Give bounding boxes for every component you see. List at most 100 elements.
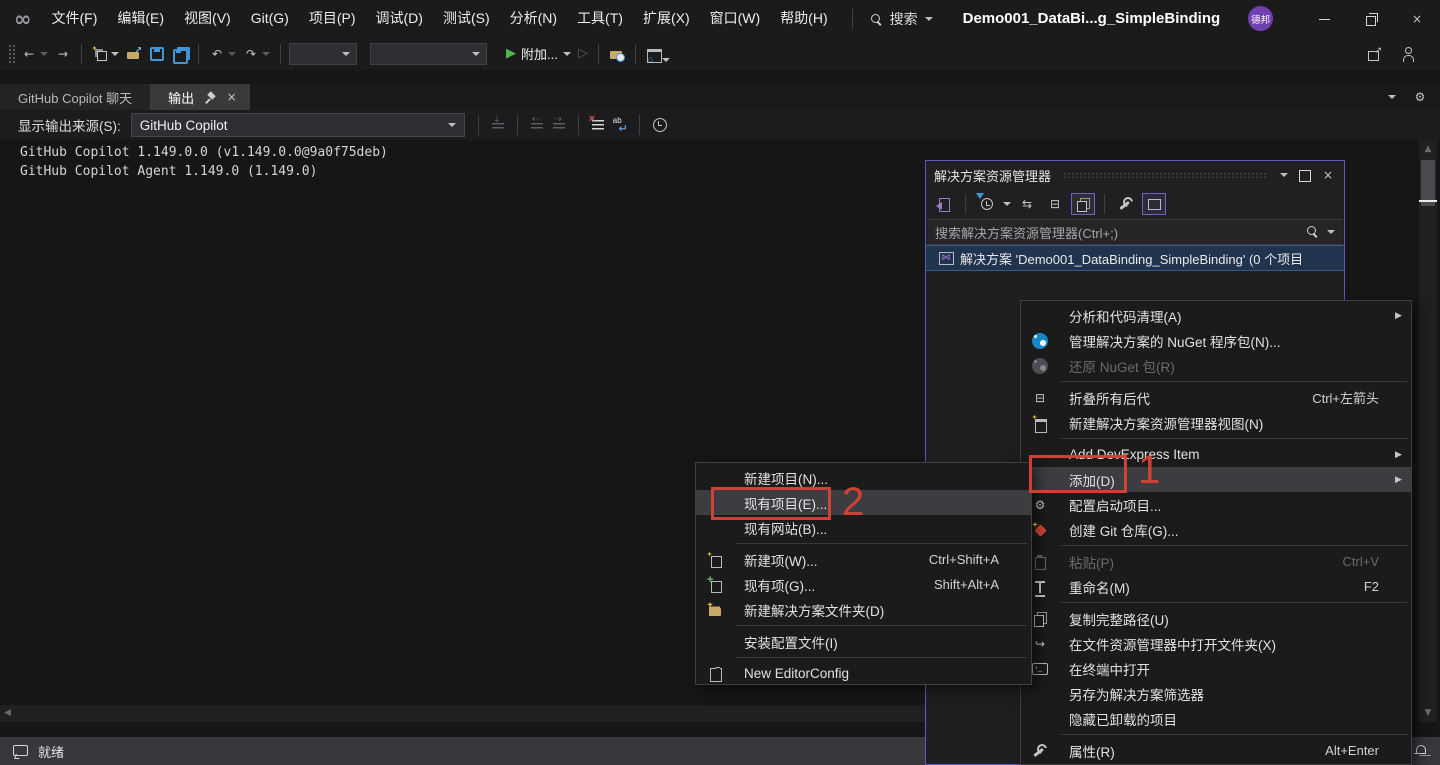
- toolbar-grip[interactable]: [8, 43, 16, 64]
- context-menu-item-5[interactable]: 新建解决方案资源管理器视图(N): [1021, 410, 1411, 435]
- close-icon[interactable]: [1320, 167, 1336, 183]
- switch-views-button[interactable]: [932, 193, 956, 215]
- menubar-item-8[interactable]: 分析(N): [500, 0, 567, 37]
- run-outline-icon: ▷: [577, 46, 588, 61]
- tab-github-copilot-chat[interactable]: GitHub Copilot 聊天: [0, 84, 151, 110]
- solution-explorer-search[interactable]: 搜索解决方案资源管理器(Ctrl+;): [927, 219, 1343, 245]
- pin-icon[interactable]: [203, 91, 216, 104]
- context-menu-item-19[interactable]: 隐藏已卸载的项目: [1021, 706, 1411, 731]
- add-submenu-item-5[interactable]: 现有项(G)... Shift+Alt+A: [696, 572, 1031, 597]
- window-position-icon[interactable]: [1280, 173, 1288, 177]
- context-menu-item-0[interactable]: 分析和代码清理(A) ▶: [1021, 303, 1411, 328]
- menu-item-label: 分析和代码清理(A): [1069, 309, 1182, 325]
- context-menu-separator: [1061, 438, 1407, 439]
- menu-item-label: 还原 NuGet 包(R): [1069, 359, 1175, 375]
- solution-platform-dropdown[interactable]: [370, 42, 487, 65]
- context-menu-item-16[interactable]: 在文件资源管理器中打开文件夹(X): [1021, 631, 1411, 656]
- account-avatar[interactable]: 德邦: [1248, 6, 1274, 31]
- timestamp-icon[interactable]: [651, 116, 669, 134]
- horizontal-scrollbar[interactable]: ◀: [0, 705, 925, 722]
- open-file-button[interactable]: [124, 42, 144, 66]
- maximize-icon[interactable]: [1296, 167, 1312, 183]
- menubar-item-5[interactable]: 项目(P): [299, 0, 366, 37]
- menubar-item-2[interactable]: 编辑(E): [107, 0, 174, 37]
- context-menu-item-10[interactable]: 创建 Git 仓库(G)...: [1021, 517, 1411, 542]
- context-menu-item-2[interactable]: 还原 NuGet 包(R): [1021, 353, 1411, 378]
- menubar-item-11[interactable]: 窗口(W): [700, 0, 771, 37]
- view-in-browser-button[interactable]: [644, 42, 672, 66]
- chevron-down-icon[interactable]: [1327, 230, 1335, 234]
- menubar-item-10[interactable]: 扩展(X): [633, 0, 700, 37]
- solution-explorer-titlebar[interactable]: 解决方案资源管理器: [926, 161, 1344, 189]
- new-project-button[interactable]: [90, 42, 121, 66]
- next-message-icon[interactable]: [551, 114, 567, 133]
- add-submenu-item-10[interactable]: New EditorConfig: [696, 661, 1031, 686]
- restore-button[interactable]: [1348, 0, 1394, 37]
- properties-button[interactable]: [1114, 193, 1138, 215]
- add-submenu-item-4[interactable]: 新建项(W)... Ctrl+Shift+A: [696, 547, 1031, 572]
- context-menu-item-12[interactable]: 粘贴(P) Ctrl+V: [1021, 549, 1411, 574]
- toolbar-separator: [638, 115, 640, 135]
- show-all-files-button[interactable]: [1071, 193, 1095, 215]
- context-menu-item-18[interactable]: 另存为解决方案筛选器: [1021, 681, 1411, 706]
- menubar-item-1[interactable]: 文件(F): [42, 0, 108, 37]
- context-menu-item-4[interactable]: 折叠所有后代 Ctrl+左箭头: [1021, 385, 1411, 410]
- menu-item-label: 在终端中打开: [1069, 662, 1150, 678]
- context-menu-item-1[interactable]: 管理解决方案的 NuGet 程序包(N)...: [1021, 328, 1411, 353]
- chevron-down-icon[interactable]: [1388, 95, 1396, 99]
- clear-all-icon[interactable]: [589, 113, 606, 133]
- pending-changes-filter-button[interactable]: [975, 193, 999, 215]
- undo-button[interactable]: [207, 42, 238, 66]
- context-menu-item-9[interactable]: 配置启动项目...: [1021, 492, 1411, 517]
- save-button[interactable]: [147, 42, 167, 66]
- context-menu-item-21[interactable]: 属性(R) Alt+Enter: [1021, 738, 1411, 763]
- collapse-all-icon: [1047, 196, 1063, 212]
- back-icon: [21, 46, 37, 62]
- gear-icon[interactable]: [1412, 89, 1428, 105]
- vertical-scrollbar[interactable]: ▲ ▼: [1419, 140, 1437, 722]
- menubar-item-6[interactable]: 调试(D): [366, 0, 433, 37]
- save-all-button[interactable]: [170, 42, 190, 66]
- menu-item-label: 粘贴(P): [1069, 555, 1114, 571]
- scroll-up-icon[interactable]: ▲: [1419, 144, 1437, 154]
- collapse-all-button[interactable]: [1043, 193, 1067, 215]
- menubar-item-3[interactable]: 视图(V): [174, 0, 241, 37]
- add-submenu-item-8[interactable]: 安装配置文件(I): [696, 629, 1031, 654]
- navigate-back-button[interactable]: [19, 42, 50, 66]
- context-menu-item-17[interactable]: 在终端中打开: [1021, 656, 1411, 681]
- share-button[interactable]: [1364, 42, 1384, 66]
- menubar-item-12[interactable]: 帮助(H): [770, 0, 837, 37]
- menubar-item-9[interactable]: 工具(T): [567, 0, 633, 37]
- close-button[interactable]: [1394, 0, 1440, 37]
- goto-message-icon[interactable]: [490, 114, 506, 133]
- scroll-left-icon[interactable]: ◀: [4, 708, 11, 718]
- word-wrap-icon[interactable]: [612, 116, 628, 135]
- add-submenu-item-6[interactable]: 新建解决方案文件夹(D): [696, 597, 1031, 622]
- live-share-button[interactable]: [1398, 42, 1418, 66]
- notification-bell-icon[interactable]: [1412, 743, 1428, 759]
- search-icon: [1305, 224, 1321, 240]
- preview-selected-items-button[interactable]: [1142, 193, 1166, 215]
- solution-node[interactable]: 解决方案 'Demo001_DataBinding_SimpleBinding'…: [926, 245, 1344, 271]
- tab-output[interactable]: 输出: [150, 84, 251, 110]
- find-in-files-button[interactable]: [607, 42, 627, 66]
- attach-run-button[interactable]: ▶ 附加...: [504, 42, 573, 66]
- navigate-forward-button[interactable]: [53, 42, 73, 66]
- minimize-button[interactable]: [1302, 0, 1348, 37]
- redo-button[interactable]: [241, 42, 272, 66]
- titlebar-search[interactable]: 搜索: [851, 8, 933, 29]
- context-menu-item-13[interactable]: 重命名(M) F2: [1021, 574, 1411, 599]
- menubar-item-4[interactable]: Git(G): [241, 0, 299, 37]
- sync-with-active-document-button[interactable]: [1015, 193, 1039, 215]
- solution-configuration-dropdown[interactable]: [289, 42, 357, 65]
- window-drag-grip[interactable]: [1063, 171, 1268, 179]
- scroll-down-icon[interactable]: ▼: [1419, 708, 1437, 718]
- start-without-debugging-button[interactable]: ▷: [576, 42, 590, 66]
- menubar-item-7[interactable]: 测试(S): [433, 0, 500, 37]
- collapse-all-icon: [1032, 390, 1048, 406]
- output-source-dropdown[interactable]: GitHub Copilot: [130, 113, 465, 137]
- close-icon[interactable]: [225, 91, 238, 104]
- chevron-down-icon[interactable]: [1003, 202, 1011, 206]
- context-menu-item-15[interactable]: 复制完整路径(U): [1021, 606, 1411, 631]
- previous-message-icon[interactable]: [529, 114, 545, 133]
